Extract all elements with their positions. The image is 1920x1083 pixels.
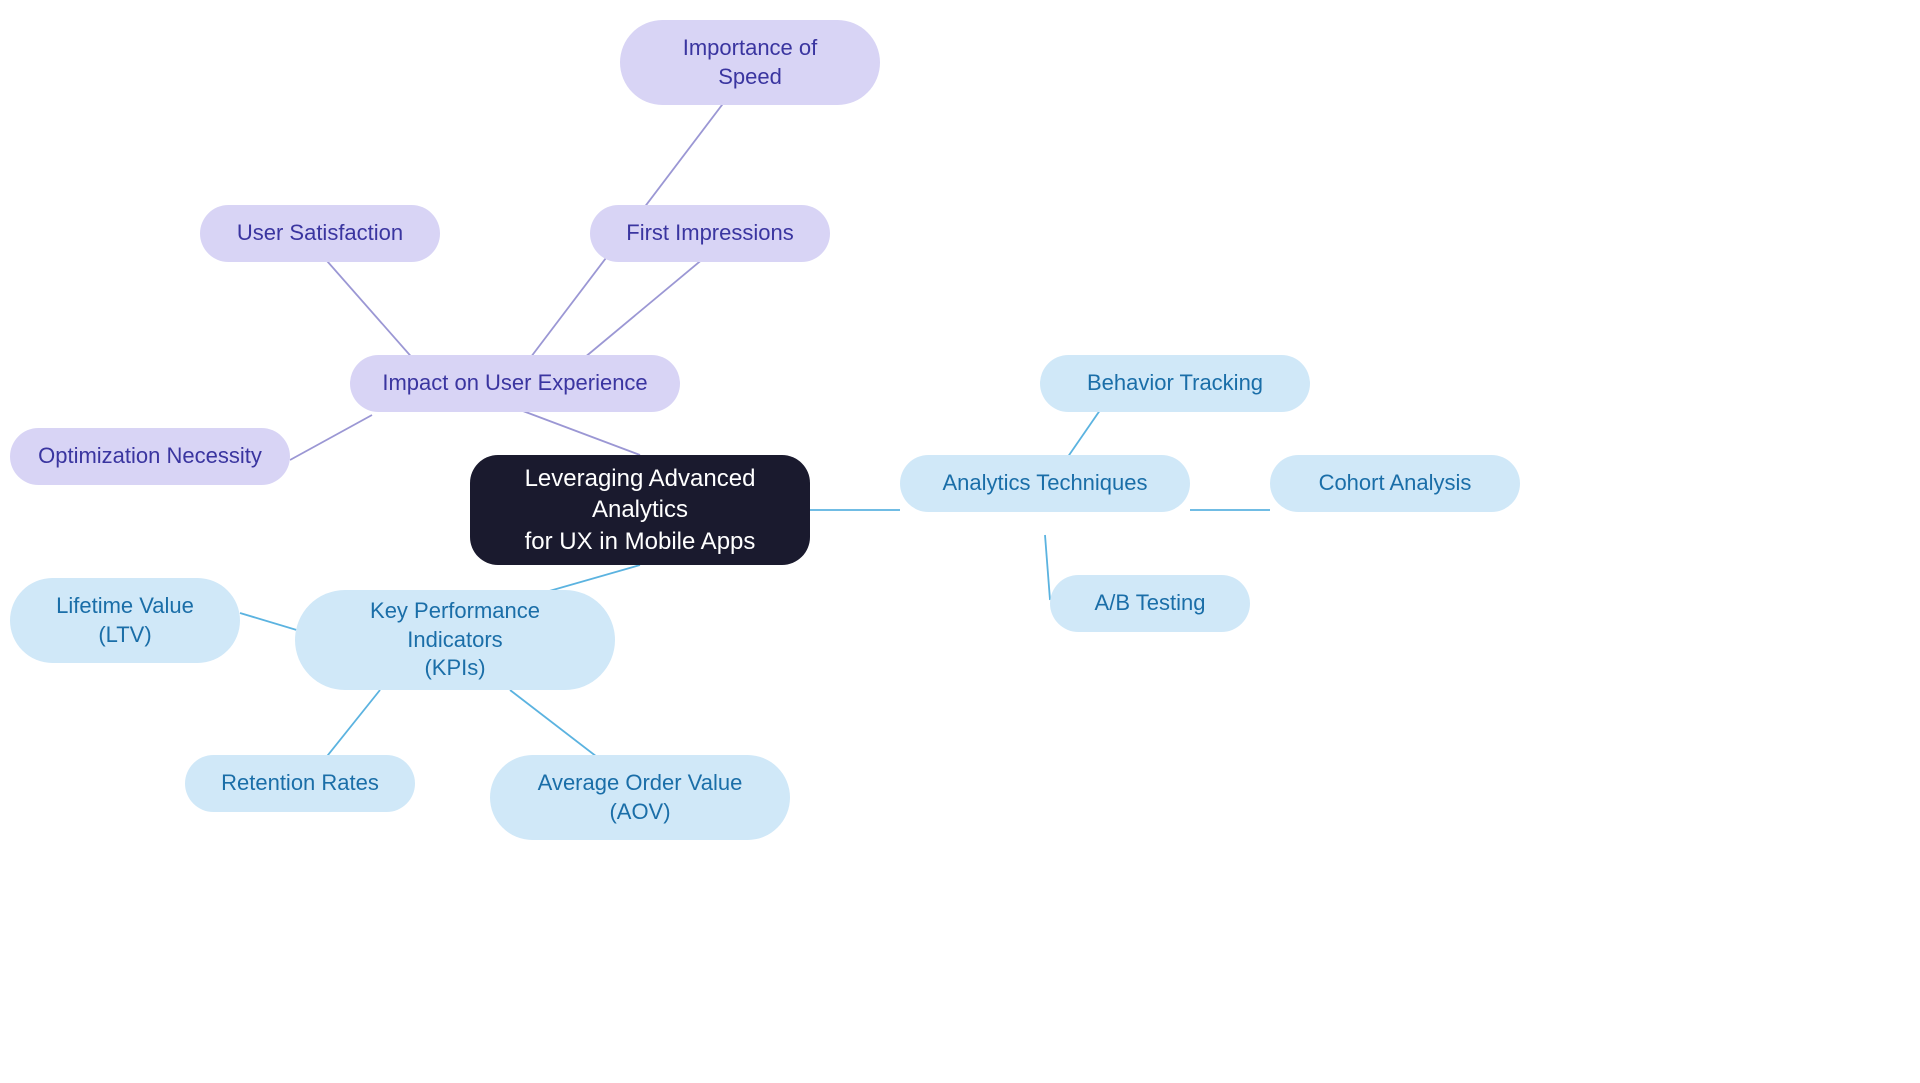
analytics-techniques-node: Analytics Techniques xyxy=(900,455,1190,512)
lifetime-value-node: Lifetime Value (LTV) xyxy=(10,578,240,663)
average-order-value-node: Average Order Value (AOV) xyxy=(490,755,790,840)
ab-testing-label: A/B Testing xyxy=(1095,589,1206,618)
behavior-tracking-label: Behavior Tracking xyxy=(1087,369,1263,398)
impact-on-user-experience-node: Impact on User Experience xyxy=(350,355,680,412)
analytics-techniques-label: Analytics Techniques xyxy=(942,469,1147,498)
retention-rates-label: Retention Rates xyxy=(221,769,379,798)
optimization-label: Optimization Necessity xyxy=(38,442,262,471)
impact-on-ux-label: Impact on User Experience xyxy=(382,369,647,398)
optimization-necessity-node: Optimization Necessity xyxy=(10,428,290,485)
user-satisfaction-node: User Satisfaction xyxy=(200,205,440,262)
first-impressions-node: First Impressions xyxy=(590,205,830,262)
kpi-label: Key Performance Indicators(KPIs) xyxy=(323,597,587,683)
importance-of-speed-node: Importance of Speed xyxy=(620,20,880,105)
center-node-label: Leveraging Advanced Analyticsfor UX in M… xyxy=(498,463,782,557)
aov-label: Average Order Value (AOV) xyxy=(518,769,762,826)
ab-testing-node: A/B Testing xyxy=(1050,575,1250,632)
first-impressions-label: First Impressions xyxy=(626,219,793,248)
lifetime-value-label: Lifetime Value (LTV) xyxy=(38,592,212,649)
cohort-analysis-node: Cohort Analysis xyxy=(1270,455,1520,512)
behavior-tracking-node: Behavior Tracking xyxy=(1040,355,1310,412)
importance-of-speed-label: Importance of Speed xyxy=(648,34,852,91)
cohort-analysis-label: Cohort Analysis xyxy=(1319,469,1472,498)
center-node: Leveraging Advanced Analyticsfor UX in M… xyxy=(470,455,810,565)
user-satisfaction-label: User Satisfaction xyxy=(237,219,403,248)
kpi-node: Key Performance Indicators(KPIs) xyxy=(295,590,615,690)
retention-rates-node: Retention Rates xyxy=(185,755,415,812)
